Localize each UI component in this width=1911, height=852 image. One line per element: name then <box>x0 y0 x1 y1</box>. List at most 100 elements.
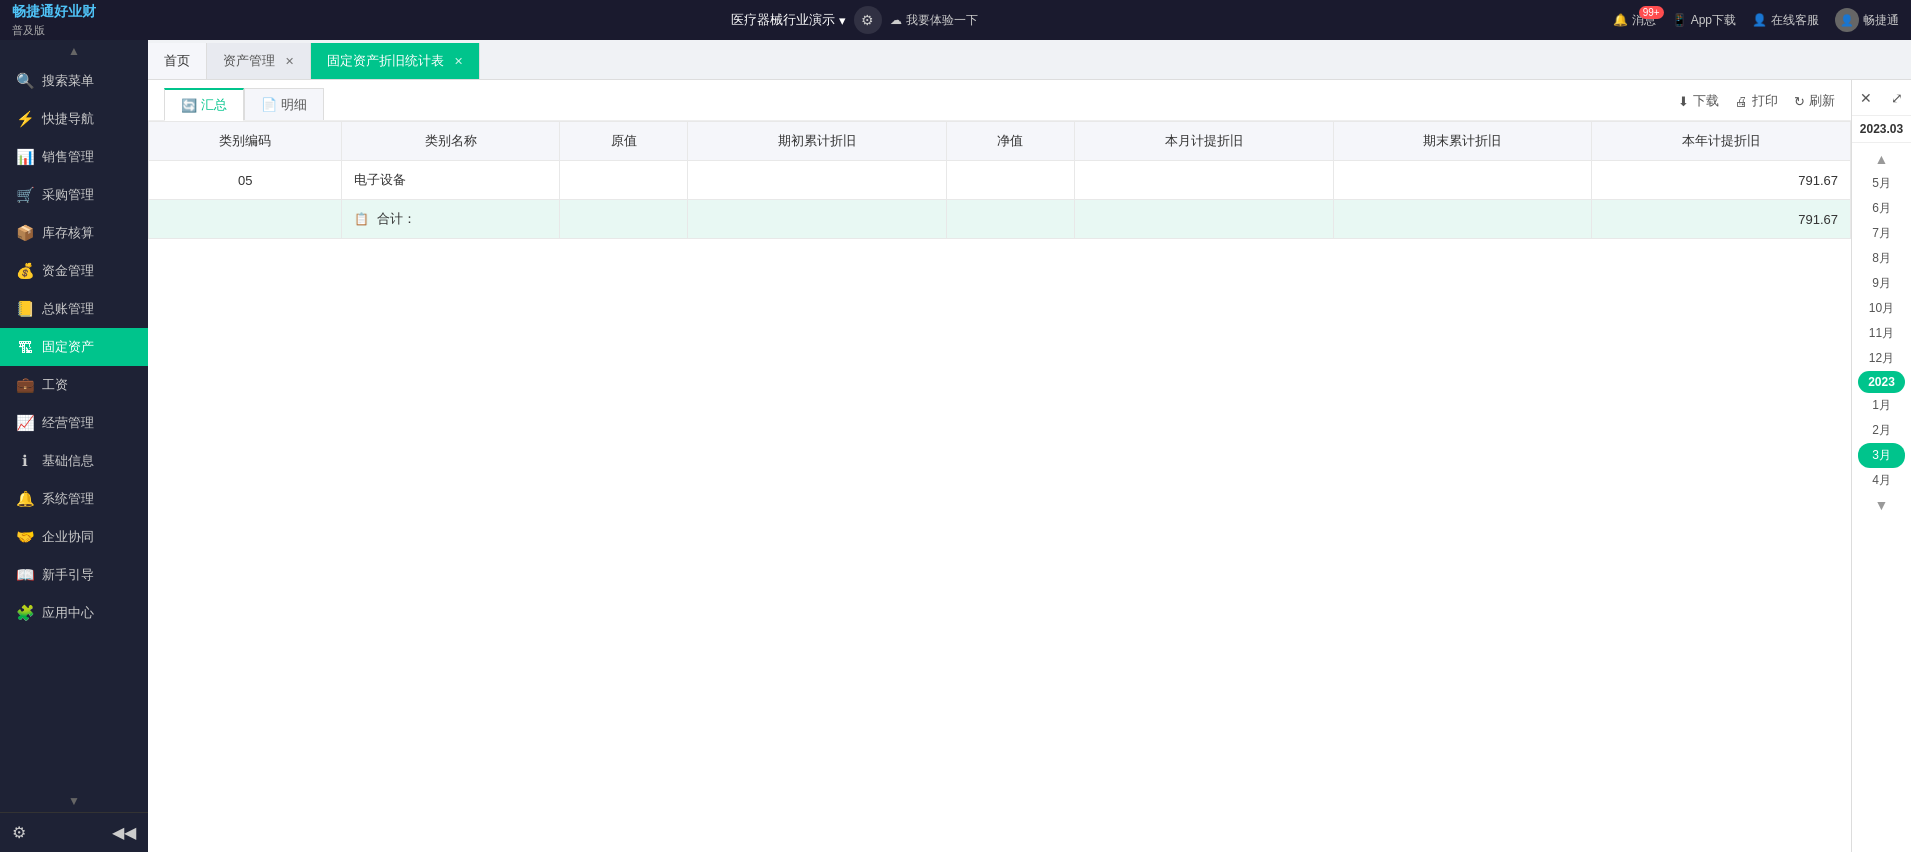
sidebar-item-fixed-assets[interactable]: 🏗 固定资产 <box>0 328 148 366</box>
calendar-month-2023-2[interactable]: 2月 <box>1852 418 1911 443</box>
experience-label: 我要体验一下 <box>906 12 978 29</box>
calendar-month-11[interactable]: 11月 <box>1852 321 1911 346</box>
sidebar-item-label: 搜索菜单 <box>42 72 94 90</box>
sidebar-item-funds[interactable]: 💰 资金管理 <box>0 252 148 290</box>
info-icon: ℹ <box>16 452 34 470</box>
handshake-icon: 🤝 <box>16 528 34 546</box>
top-header: 畅捷通好业财 普及版 医疗器械行业演示 ▾ ⚙ ☁ 我要体验一下 🔔 消息 99… <box>0 0 1911 40</box>
company-selector[interactable]: 医疗器械行业演示 ▾ <box>731 11 846 29</box>
refresh-icon: ↻ <box>1794 94 1805 109</box>
tab-summary[interactable]: 🔄 汇总 <box>164 88 244 121</box>
sidebar-item-enterprise[interactable]: 🤝 企业协同 <box>0 518 148 556</box>
calendar-month-5[interactable]: 5月 <box>1852 171 1911 196</box>
service-icon: 👤 <box>1752 13 1767 27</box>
footer-collapse-icon[interactable]: ◀◀ <box>112 823 136 842</box>
tab-asset-mgmt[interactable]: 资产管理 ✕ <box>207 43 311 79</box>
print-label: 打印 <box>1752 92 1778 110</box>
notifications-button[interactable]: 🔔 消息 99+ <box>1613 12 1656 29</box>
total-original <box>559 200 687 239</box>
right-panel-expand-button[interactable]: ⤢ <box>1891 90 1903 106</box>
sidebar-item-operations[interactable]: 📈 经营管理 <box>0 404 148 442</box>
app-logo: 畅捷通好业财 普及版 <box>12 3 96 38</box>
sidebar-item-label: 总账管理 <box>42 300 94 318</box>
right-panel-header: ✕ ⤢ <box>1852 80 1911 116</box>
calendar-month-8[interactable]: 8月 <box>1852 246 1911 271</box>
col-category-name: 类别名称 <box>342 122 560 161</box>
calendar-down-arrow[interactable]: ▼ <box>1872 495 1892 515</box>
sidebar-item-quicknav[interactable]: ⚡ 快捷导航 <box>0 100 148 138</box>
cell-accumulated-end <box>1333 161 1592 200</box>
sidebar-item-guide[interactable]: 📖 新手引导 <box>0 556 148 594</box>
sidebar-item-inventory[interactable]: 📦 库存核算 <box>0 214 148 252</box>
scroll-down-indicator[interactable]: ▼ <box>0 790 148 812</box>
cell-annual-depreciation: 791.67 <box>1592 161 1851 200</box>
app-edition: 普及版 <box>12 23 96 38</box>
total-accumulated-start <box>688 200 947 239</box>
cell-monthly-depreciation <box>1074 161 1333 200</box>
sidebar-item-label: 工资 <box>42 376 68 394</box>
sidebar: ▲ 🔍 搜索菜单 ⚡ 快捷导航 📊 销售管理 🛒 采购管理 📦 库存核算 <box>0 40 148 852</box>
table-header-row: 类别编码 类别名称 原值 期初累计折旧 净值 本月计提折旧 期末累计折旧 本年计… <box>149 122 1851 161</box>
sidebar-item-salary[interactable]: 💼 工资 <box>0 366 148 404</box>
tab-fixed-asset-depreciation[interactable]: 固定资产折旧统计表 ✕ <box>311 43 480 79</box>
detail-icon: 📄 <box>261 97 277 112</box>
tab-fixed-depreciation-close[interactable]: ✕ <box>454 55 463 68</box>
user-menu[interactable]: 👤 畅捷通 <box>1835 8 1899 32</box>
sidebar-item-basicinfo[interactable]: ℹ 基础信息 <box>0 442 148 480</box>
sidebar-item-label: 采购管理 <box>42 186 94 204</box>
download-button[interactable]: ⬇ 下载 <box>1678 92 1719 110</box>
notifications-badge: 99+ <box>1639 6 1664 19</box>
avatar: 👤 <box>1835 8 1859 32</box>
right-panel: ✕ ⤢ 2023.03 ▲ 5月 6月 7月 8月 9月 10月 11月 12月… <box>1851 80 1911 852</box>
scroll-up-indicator[interactable]: ▲ <box>0 40 148 62</box>
online-service-button[interactable]: 👤 在线客服 <box>1752 12 1819 29</box>
user-name: 畅捷通 <box>1863 12 1899 29</box>
calendar-month-2023-4[interactable]: 4月 <box>1852 468 1911 493</box>
sidebar-footer: ⚙ ◀◀ <box>0 812 148 852</box>
tab-detail[interactable]: 📄 明细 <box>244 88 324 120</box>
sidebar-item-appcenter[interactable]: 🧩 应用中心 <box>0 594 148 632</box>
calendar-month-2023-3[interactable]: 3月 <box>1858 443 1905 468</box>
total-monthly <box>1074 200 1333 239</box>
company-name: 医疗器械行业演示 <box>731 11 835 29</box>
refresh-button[interactable]: ↻ 刷新 <box>1794 92 1835 110</box>
calendar-month-9[interactable]: 9月 <box>1852 271 1911 296</box>
calendar-month-6[interactable]: 6月 <box>1852 196 1911 221</box>
experience-button[interactable]: ☁ 我要体验一下 <box>890 12 978 29</box>
header-settings-button[interactable]: ⚙ <box>854 6 882 34</box>
building-icon: 🏗 <box>16 339 34 356</box>
sidebar-item-sales[interactable]: 📊 销售管理 <box>0 138 148 176</box>
calendar-month-2023-1[interactable]: 1月 <box>1852 393 1911 418</box>
sidebar-item-ledger[interactable]: 📒 总账管理 <box>0 290 148 328</box>
tab-asset-mgmt-label: 资产管理 <box>223 52 275 70</box>
right-panel-close-button[interactable]: ✕ <box>1860 90 1872 106</box>
logo-area: 畅捷通好业财 普及版 <box>12 3 96 38</box>
sidebar-item-system[interactable]: 🔔 系统管理 <box>0 480 148 518</box>
footer-settings-icon[interactable]: ⚙ <box>12 823 26 842</box>
app-name: 畅捷通好业财 <box>12 3 96 21</box>
sidebar-item-label: 企业协同 <box>42 528 94 546</box>
tab-asset-mgmt-close[interactable]: ✕ <box>285 55 294 68</box>
sidebar-item-purchase[interactable]: 🛒 采购管理 <box>0 176 148 214</box>
calendar-year-2023[interactable]: 2023 <box>1858 371 1905 393</box>
sidebar-item-search[interactable]: 🔍 搜索菜单 <box>0 62 148 100</box>
total-icon: 📋 <box>354 212 369 226</box>
total-net <box>946 200 1074 239</box>
col-monthly-depreciation: 本月计提折旧 <box>1074 122 1333 161</box>
tab-home[interactable]: 首页 <box>148 43 207 79</box>
chart-icon: 📊 <box>16 148 34 166</box>
box-icon: 📦 <box>16 224 34 242</box>
download-label: 下载 <box>1693 92 1719 110</box>
calendar-up-arrow[interactable]: ▲ <box>1872 149 1892 169</box>
calendar-month-12[interactable]: 12月 <box>1852 346 1911 371</box>
print-button[interactable]: 🖨 打印 <box>1735 92 1778 110</box>
col-accumulated-end: 期末累计折旧 <box>1333 122 1592 161</box>
tab-bar: 首页 资产管理 ✕ 固定资产折旧统计表 ✕ <box>148 40 1911 80</box>
tab-summary-label: 汇总 <box>201 96 227 114</box>
online-service-label: 在线客服 <box>1771 12 1819 29</box>
col-annual-depreciation: 本年计提折旧 <box>1592 122 1851 161</box>
calendar-month-10[interactable]: 10月 <box>1852 296 1911 321</box>
calendar-month-7[interactable]: 7月 <box>1852 221 1911 246</box>
app-download-button[interactable]: 📱 App下载 <box>1672 12 1736 29</box>
book-icon: 📒 <box>16 300 34 318</box>
